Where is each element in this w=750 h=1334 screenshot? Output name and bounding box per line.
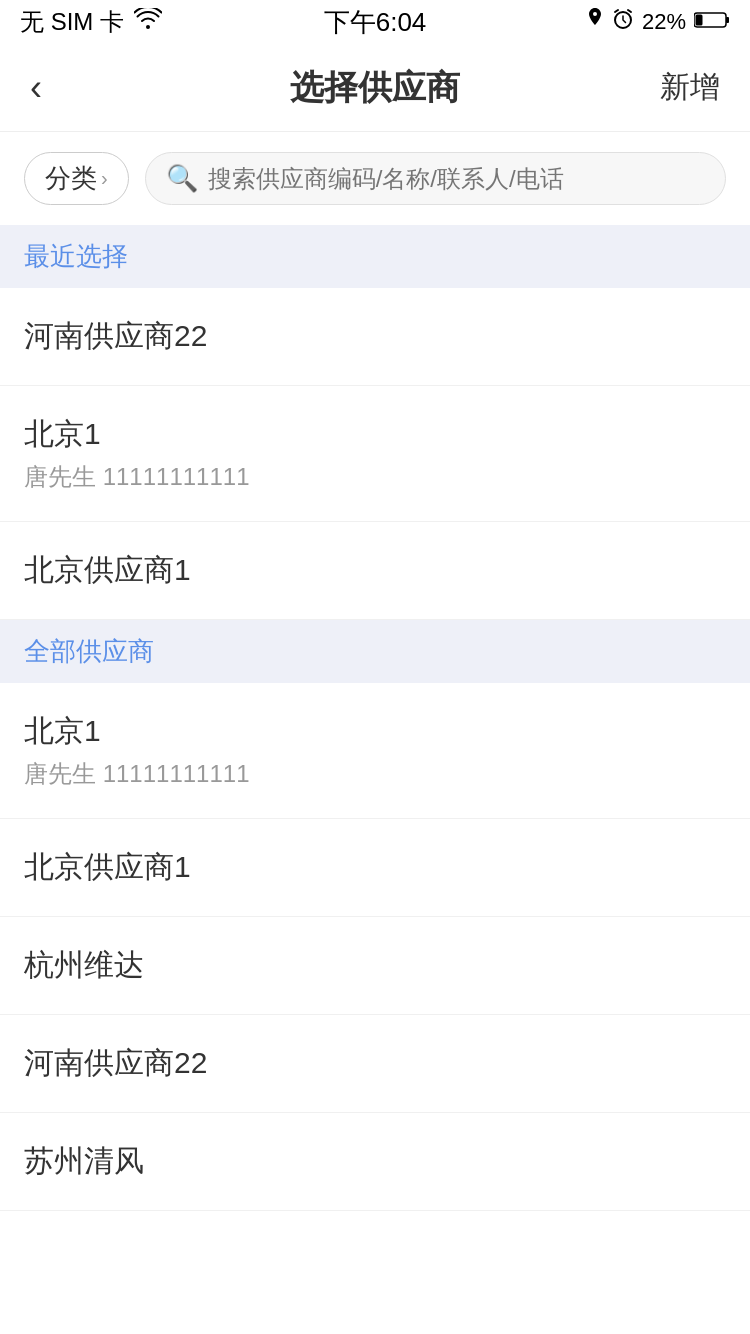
nav-bar: ‹ 选择供应商 新增 bbox=[0, 44, 750, 132]
filter-bar: 分类 › 🔍 bbox=[0, 132, 750, 225]
page-title: 选择供应商 bbox=[290, 65, 460, 111]
list-item[interactable]: 河南供应商22 bbox=[0, 1015, 750, 1113]
recent-list: 河南供应商22 北京1 唐先生 11111111111 北京供应商1 bbox=[0, 288, 750, 620]
alarm-icon bbox=[612, 8, 634, 36]
item-name: 河南供应商22 bbox=[24, 1043, 726, 1084]
category-filter[interactable]: 分类 › bbox=[24, 152, 129, 205]
svg-rect-2 bbox=[726, 17, 729, 23]
item-name: 杭州维达 bbox=[24, 945, 726, 986]
list-item[interactable]: 河南供应商22 bbox=[0, 288, 750, 386]
item-name: 河南供应商22 bbox=[24, 316, 726, 357]
svg-rect-3 bbox=[696, 15, 703, 26]
location-icon bbox=[586, 8, 604, 36]
category-label: 分类 bbox=[45, 161, 97, 196]
all-section-label: 全部供应商 bbox=[24, 636, 154, 666]
list-item[interactable]: 北京1 唐先生 11111111111 bbox=[0, 683, 750, 819]
item-sub: 唐先生 11111111111 bbox=[24, 461, 726, 493]
item-name: 北京1 bbox=[24, 414, 726, 455]
status-time: 下午6:04 bbox=[324, 5, 427, 40]
chevron-right-icon: › bbox=[101, 167, 108, 190]
item-name: 北京供应商1 bbox=[24, 847, 726, 888]
battery-icon bbox=[694, 9, 730, 35]
back-button[interactable]: ‹ bbox=[30, 67, 90, 109]
recent-section-label: 最近选择 bbox=[24, 241, 128, 271]
status-left: 无 SIM 卡 bbox=[20, 6, 162, 38]
status-right: 22% bbox=[586, 8, 730, 36]
item-sub: 唐先生 11111111111 bbox=[24, 758, 726, 790]
all-section-header: 全部供应商 bbox=[0, 620, 750, 683]
item-name: 北京供应商1 bbox=[24, 550, 726, 591]
list-item[interactable]: 北京供应商1 bbox=[0, 819, 750, 917]
search-input[interactable] bbox=[208, 165, 705, 193]
list-item[interactable]: 北京供应商1 bbox=[0, 522, 750, 620]
status-bar: 无 SIM 卡 下午6:04 22% bbox=[0, 0, 750, 44]
item-name: 苏州清风 bbox=[24, 1141, 726, 1182]
search-box[interactable]: 🔍 bbox=[145, 152, 726, 205]
list-item[interactable]: 苏州清风 bbox=[0, 1113, 750, 1211]
item-name: 北京1 bbox=[24, 711, 726, 752]
wifi-icon bbox=[134, 8, 162, 36]
new-add-button[interactable]: 新增 bbox=[660, 67, 720, 108]
all-list: 北京1 唐先生 11111111111 北京供应商1 杭州维达河南供应商22 苏州清风 bbox=[0, 683, 750, 1211]
no-sim-label: 无 SIM 卡 bbox=[20, 6, 124, 38]
battery-label: 22% bbox=[642, 9, 686, 35]
search-icon: 🔍 bbox=[166, 163, 198, 194]
list-item[interactable]: 北京1 唐先生 11111111111 bbox=[0, 386, 750, 522]
list-item[interactable]: 杭州维达 bbox=[0, 917, 750, 1015]
recent-section-header: 最近选择 bbox=[0, 225, 750, 288]
